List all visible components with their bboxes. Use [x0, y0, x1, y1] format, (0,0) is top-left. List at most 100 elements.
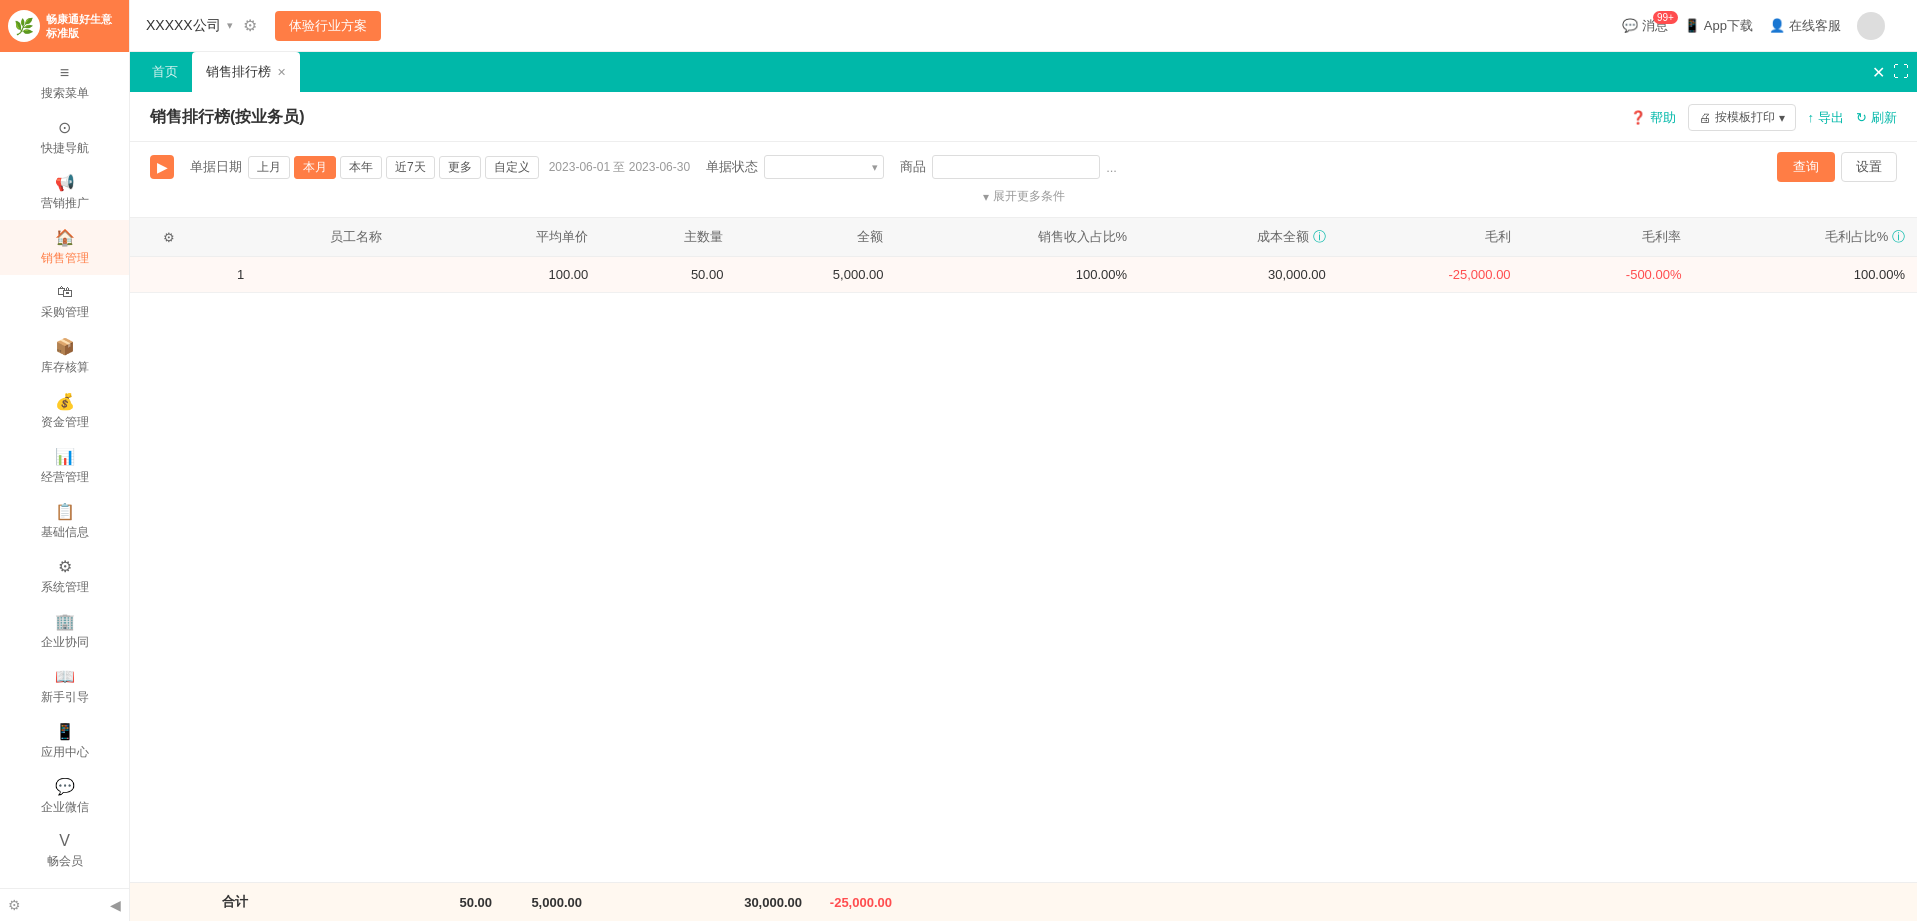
sidebar-collapse-icon[interactable]: ◀ — [110, 897, 121, 913]
export-btn[interactable]: ↑ 导出 — [1808, 109, 1845, 127]
sidebar-item-purchase[interactable]: 🛍 采购管理 — [0, 275, 129, 329]
refresh-btn[interactable]: ↻ 刷新 — [1856, 109, 1897, 127]
more-btn[interactable]: 更多 — [439, 156, 481, 179]
sidebar-icon-sales: 🏠 — [55, 228, 75, 247]
sidebar-icon-basic-info: 📋 — [55, 502, 75, 521]
col-cost: 成本全额 ⓘ — [1139, 218, 1338, 257]
tab-sales-rank[interactable]: 销售排行榜 ✕ — [192, 52, 300, 92]
sidebar-logo: 🌿 畅康通好生意 标准版 — [0, 0, 129, 52]
tabbar-actions: ✕ ⛶ — [1872, 63, 1909, 82]
sidebar-icon-marketing: 📢 — [55, 173, 75, 192]
online-service-btn[interactable]: 👤 在线客服 — [1769, 17, 1841, 35]
logo-icon: 🌿 — [8, 10, 40, 42]
footer-label: 合计 — [222, 893, 322, 911]
sidebar-item-operations[interactable]: 📊 经营管理 — [0, 439, 129, 494]
expand-down-icon: ▾ — [983, 190, 989, 204]
this-month-btn[interactable]: 本月 — [294, 156, 336, 179]
expand-more-btn[interactable]: ▾ 展开更多条件 — [983, 188, 1065, 205]
table-body: 1 100.00 50.00 5,000.00 100.00% 30,000.0… — [130, 257, 1917, 293]
message-btn[interactable]: 💬 消息 99+ — [1622, 17, 1668, 35]
goods-filter-label: 商品 — [900, 158, 926, 176]
row-gross: -25,000.00 — [1338, 257, 1523, 293]
col-avg-price: 平均单价 — [437, 218, 600, 257]
tab-home-label: 首页 — [152, 63, 178, 81]
template-print-btn[interactable]: 🖨 按模板打印 ▾ — [1688, 104, 1796, 131]
company-selector[interactable]: XXXXX公司 ▾ — [146, 17, 233, 35]
sidebar-item-finance[interactable]: 💰 资金管理 — [0, 384, 129, 439]
sidebar-item-inventory[interactable]: 📦 库存核算 — [0, 329, 129, 384]
date-filter-group: 单据日期 上月 本月 本年 近7天 更多 自定义 2023-06-01 至 20… — [190, 156, 690, 179]
sidebar-item-basic-info[interactable]: 📋 基础信息 — [0, 494, 129, 549]
sidebar-nav: ≡ 搜索菜单 ⊙ 快捷导航 📢 营销推广 🏠 销售管理 🛍 采购管理 📦 库存核… — [0, 52, 129, 888]
sidebar-item-guide[interactable]: 📖 新手引导 — [0, 659, 129, 714]
col-name: 员工名称 — [274, 218, 437, 257]
sidebar-item-wechat[interactable]: 💬 企业微信 — [0, 769, 129, 824]
tabbar: 首页 销售排行榜 ✕ ✕ ⛶ — [130, 52, 1917, 92]
sidebar-item-app-center[interactable]: 📱 应用中心 — [0, 714, 129, 769]
sidebar-settings-icon[interactable]: ⚙ — [8, 897, 21, 913]
tabbar-expand-icon[interactable]: ⛶ — [1893, 63, 1909, 81]
tab-home[interactable]: 首页 — [138, 52, 192, 92]
sidebar-icon-finance: 💰 — [55, 392, 75, 411]
sidebar-icon-purchase: 🛍 — [57, 283, 73, 301]
page-title: 销售排行榜(按业务员) — [150, 107, 305, 128]
trial-btn[interactable]: 体验行业方案 — [275, 11, 381, 41]
goods-input[interactable] — [932, 155, 1100, 179]
this-year-btn[interactable]: 本年 — [340, 156, 382, 179]
sidebar: 🌿 畅康通好生意 标准版 ≡ 搜索菜单 ⊙ 快捷导航 📢 营销推广 🏠 销售管理… — [0, 0, 130, 921]
filter-expand-row: ▾ 展开更多条件 — [150, 182, 1897, 207]
app-download-btn[interactable]: 📱 App下载 — [1684, 17, 1753, 35]
tabbar-close-icon[interactable]: ✕ — [1872, 63, 1885, 82]
col-amount: 全额 — [735, 218, 895, 257]
last-7-btn[interactable]: 近7天 — [386, 156, 435, 179]
settings-btn[interactable]: 设置 — [1841, 152, 1897, 182]
filter-expand-btn[interactable]: ▶ — [150, 155, 174, 179]
help-link[interactable]: ❓ 帮助 — [1630, 109, 1676, 127]
sidebar-label-app-center: 应用中心 — [41, 744, 89, 761]
filter-action-btns: 查询 设置 — [1777, 152, 1897, 182]
col-gross-rate: 毛利率 — [1523, 218, 1694, 257]
sidebar-label-marketing: 营销推广 — [41, 195, 89, 212]
sidebar-label-system: 系统管理 — [41, 579, 89, 596]
message-icon: 💬 — [1622, 18, 1638, 33]
footer-amount: 5,000.00 — [492, 895, 582, 910]
column-settings-icon[interactable]: ⚙ — [163, 230, 175, 245]
row-amount: 5,000.00 — [735, 257, 895, 293]
col-settings[interactable]: ⚙ — [130, 218, 207, 257]
gross-pct-info-icon[interactable]: ⓘ — [1892, 229, 1905, 244]
sidebar-label-wechat: 企业微信 — [41, 799, 89, 816]
topbar-settings-icon[interactable]: ⚙ — [243, 16, 257, 35]
more-conditions-icon[interactable]: ... — [1106, 160, 1117, 175]
sidebar-icon-inventory: 📦 — [55, 337, 75, 356]
sidebar-item-marketing[interactable]: 📢 营销推广 — [0, 165, 129, 220]
sidebar-label-purchase: 采购管理 — [41, 304, 89, 321]
tab-close-icon[interactable]: ✕ — [277, 66, 286, 79]
sidebar-icon-operations: 📊 — [55, 447, 75, 466]
print-dropdown-icon: ▾ — [1779, 111, 1785, 125]
sidebar-item-sales[interactable]: 🏠 销售管理 — [0, 220, 129, 275]
sidebar-item-search-orders[interactable]: ≡ 搜索菜单 — [0, 56, 129, 110]
topbar-right: 💬 消息 99+ 📱 App下载 👤 在线客服 — [1622, 12, 1901, 40]
refresh-icon: ↻ — [1856, 110, 1867, 125]
row-avg-price: 100.00 — [437, 257, 600, 293]
status-select[interactable] — [764, 155, 884, 179]
footer-gross: -25,000.00 — [802, 895, 892, 910]
avatar[interactable] — [1857, 12, 1885, 40]
custom-btn[interactable]: 自定义 — [485, 156, 539, 179]
prev-month-btn[interactable]: 上月 — [248, 156, 290, 179]
sidebar-icon-enterprise: 🏢 — [55, 612, 75, 631]
service-icon: 👤 — [1769, 18, 1785, 33]
sidebar-item-member[interactable]: V 畅会员 — [0, 824, 129, 878]
query-btn[interactable]: 查询 — [1777, 152, 1835, 182]
data-table: ⚙ 员工名称 平均单价 主数量 全额 销售收入占比% 成本全额 ⓘ 毛利 毛利率… — [130, 218, 1917, 293]
sidebar-item-quick-nav[interactable]: ⊙ 快捷导航 — [0, 110, 129, 165]
row-settings-icon — [130, 257, 207, 293]
footer-qty: 50.00 — [412, 895, 492, 910]
tab-sales-rank-label: 销售排行榜 — [206, 63, 271, 81]
sidebar-icon-system: ⚙ — [58, 557, 72, 576]
cost-info-icon[interactable]: ⓘ — [1313, 229, 1326, 244]
table-header: ⚙ 员工名称 平均单价 主数量 全额 销售收入占比% 成本全额 ⓘ 毛利 毛利率… — [130, 218, 1917, 257]
sidebar-item-enterprise[interactable]: 🏢 企业协同 — [0, 604, 129, 659]
sidebar-item-system[interactable]: ⚙ 系统管理 — [0, 549, 129, 604]
filter-area: ▶ 单据日期 上月 本月 本年 近7天 更多 自定义 2023-06-01 至 … — [130, 142, 1917, 218]
